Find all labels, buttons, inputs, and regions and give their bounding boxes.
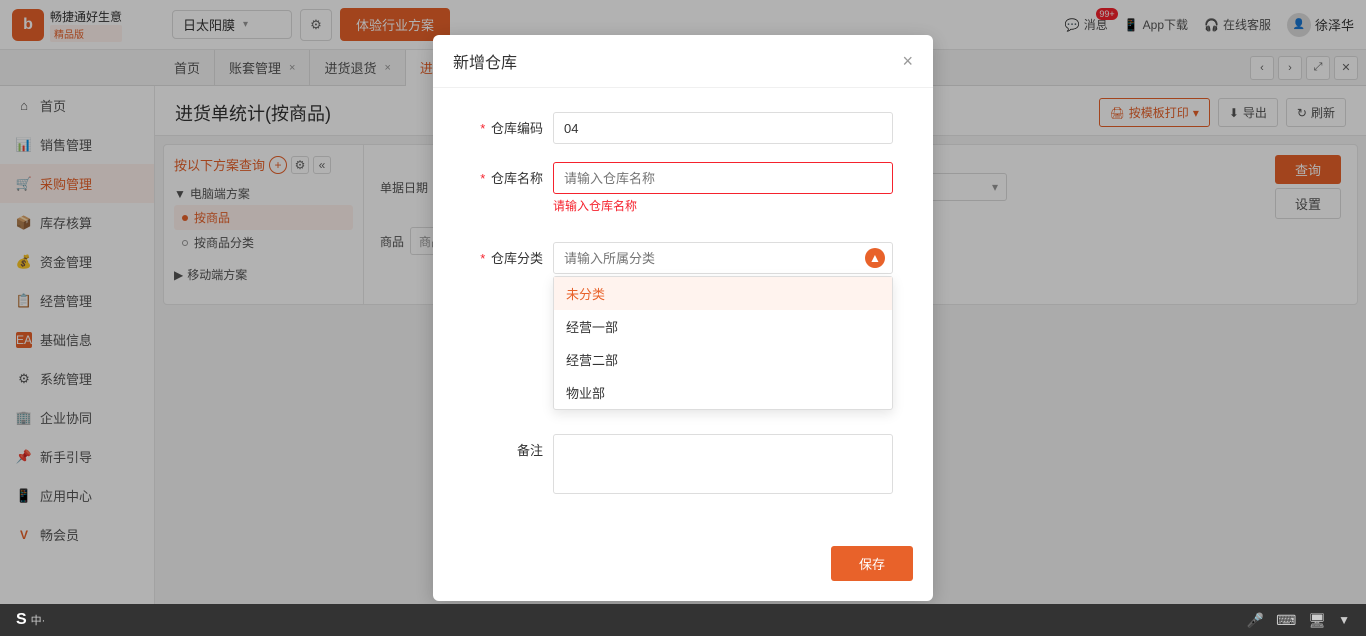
- modal-add-warehouse: 新增仓库 × * 仓库编码 * 仓库名称 请输入仓库名称 *: [433, 35, 933, 601]
- required-star-code: *: [480, 121, 485, 136]
- required-star-name: *: [480, 171, 485, 186]
- warehouse-code-input[interactable]: [553, 112, 893, 144]
- name-error-message: 请输入仓库名称: [553, 197, 893, 214]
- dropdown-item-unclassified[interactable]: 未分类: [554, 277, 892, 310]
- warehouse-code-row: * 仓库编码: [473, 112, 893, 144]
- brand-s-icon: S: [16, 611, 27, 629]
- warehouse-category-label: * 仓库分类: [473, 242, 553, 267]
- modal-footer: 保存: [433, 536, 933, 601]
- modal-save-button[interactable]: 保存: [831, 546, 913, 581]
- modal-header: 新增仓库 ×: [433, 35, 933, 88]
- bottom-keyboard-icon[interactable]: ⌨: [1276, 612, 1296, 629]
- modal-title: 新增仓库: [453, 49, 517, 73]
- warehouse-remark-row: 备注: [473, 434, 893, 494]
- warehouse-name-row: * 仓库名称 请输入仓库名称: [473, 162, 893, 214]
- modal-body: * 仓库编码 * 仓库名称 请输入仓库名称 * 仓库分类 ▲: [433, 88, 933, 536]
- bottom-bar: S 中· 🎤 ⌨ 🖥 ▼: [0, 604, 1366, 636]
- modal-close-button[interactable]: ×: [902, 52, 913, 70]
- dropdown-item-dept1[interactable]: 经营一部: [554, 310, 892, 343]
- category-select-wrapper: ▲ 未分类 经营一部 经营二部 物业部: [553, 242, 893, 274]
- dropdown-item-dept2[interactable]: 经营二部: [554, 343, 892, 376]
- required-star-cat: *: [480, 251, 485, 266]
- warehouse-code-label: * 仓库编码: [473, 112, 553, 137]
- category-dropdown: 未分类 经营一部 经营二部 物业部: [553, 276, 893, 410]
- bottom-mic-icon[interactable]: 🎤: [1247, 612, 1264, 629]
- warehouse-name-input[interactable]: [553, 162, 893, 194]
- bottom-arrow-icon[interactable]: ▼: [1338, 613, 1350, 627]
- category-toggle-button[interactable]: ▲: [865, 248, 885, 268]
- bottom-monitor-icon[interactable]: 🖥: [1308, 612, 1326, 629]
- bottom-brand-label: 中·: [31, 612, 46, 628]
- warehouse-remark-textarea[interactable]: [553, 434, 893, 494]
- category-input[interactable]: [553, 242, 893, 274]
- warehouse-category-row: * 仓库分类 ▲ 未分类 经营一部 经营二部 物业部: [473, 242, 893, 274]
- dropdown-item-dept3[interactable]: 物业部: [554, 376, 892, 409]
- warehouse-remark-label: 备注: [473, 434, 553, 459]
- warehouse-name-label: * 仓库名称: [473, 162, 553, 187]
